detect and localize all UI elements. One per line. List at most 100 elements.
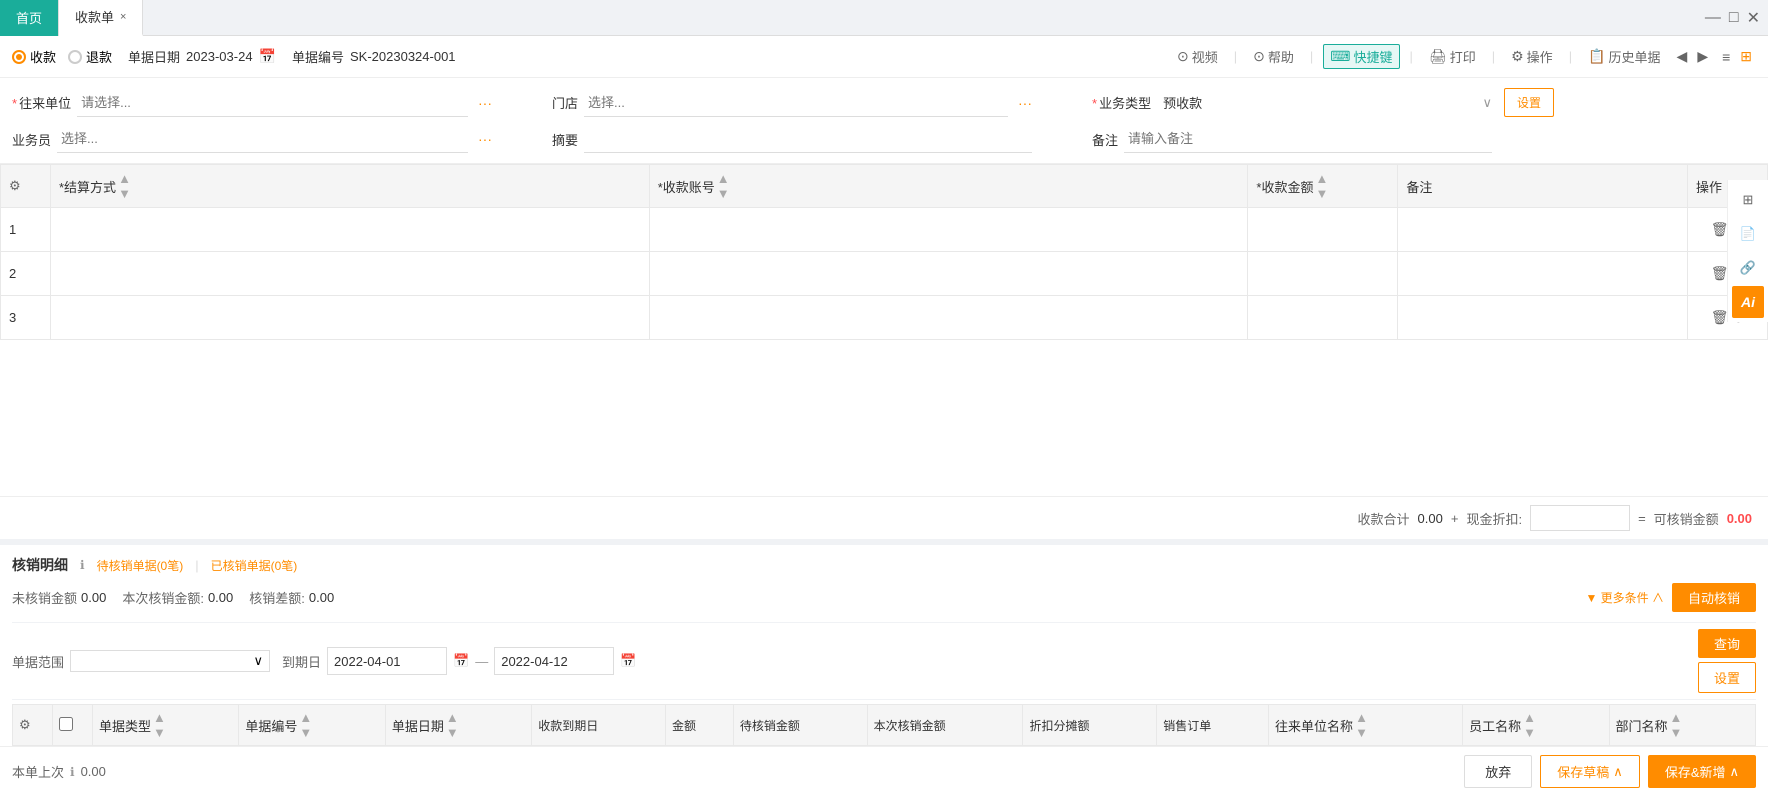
due-date-to[interactable] <box>494 647 614 675</box>
save-new-btn[interactable]: 保存&新增 ∧ <box>1648 755 1756 788</box>
single-no-label: 单据编号 <box>292 47 344 66</box>
stat-unchecked-label: 未核销金额 <box>12 588 77 607</box>
verify-col-settings-icon[interactable]: ⚙ <box>19 717 31 732</box>
store-field: 门店 ··· <box>552 89 1032 117</box>
help-label: 帮助 <box>1268 47 1294 66</box>
range-select[interactable]: ∨ <box>70 650 270 672</box>
view-grid-btn[interactable]: ⊞ <box>1736 46 1756 67</box>
vth-due: 收款到期日 <box>532 705 666 746</box>
sidebar-table-icon[interactable]: ⊞ <box>1732 184 1764 216</box>
from-unit-input[interactable] <box>77 89 468 117</box>
th-account: *收款账号 ▲▼ <box>649 165 1248 208</box>
video-btn[interactable]: ⊙ 视频 <box>1171 45 1224 68</box>
vth-date: 单据日期 ▲▼ <box>385 705 531 746</box>
verify-tab-pending[interactable]: 待核销单据(0笔) <box>97 557 184 574</box>
settings-btn[interactable]: 设置 <box>1504 88 1554 117</box>
history-btn[interactable]: 📋 历史单据 <box>1582 45 1666 68</box>
from-unit-more-btn[interactable]: ··· <box>478 95 492 111</box>
row-3-notes[interactable] <box>1398 296 1688 340</box>
table-row: 1 🗑 ⊕ <box>1 208 1768 252</box>
verify-stats: 未核销金额 0.00 本次核销金额: 0.00 核销差额: 0.00 ▼ 更多条… <box>12 583 1756 612</box>
verify-tab-done[interactable]: 已核销单据(0笔) <box>211 557 298 574</box>
filter-action-group: 查询 设置 <box>1698 629 1756 693</box>
vth-employee: 员工名称 ▲▼ <box>1463 705 1609 746</box>
row-1-delete-icon[interactable]: 🗑 <box>1711 221 1729 238</box>
video-icon: ⊙ <box>1177 48 1189 65</box>
verify-header: 核销明细 ℹ 待核销单据(0笔) | 已核销单据(0笔) <box>12 555 1756 575</box>
column-settings-icon[interactable]: ⚙ <box>9 178 21 193</box>
search-btn[interactable]: 查询 <box>1698 629 1756 658</box>
row-1-payment[interactable] <box>51 208 650 252</box>
shortcut-label: 快捷键 <box>1354 47 1393 66</box>
operate-btn[interactable]: ⚙ 操作 <box>1505 45 1559 68</box>
row-2-no: 2 <box>1 252 51 296</box>
sidebar-doc-icon[interactable]: 📄 <box>1732 218 1764 250</box>
nav-prev-btn[interactable]: ◀ <box>1677 48 1688 65</box>
row-3-amount[interactable] <box>1248 296 1398 340</box>
row-2-delete-icon[interactable]: 🗑 <box>1711 265 1729 282</box>
nav-next-btn[interactable]: ▶ <box>1697 48 1708 65</box>
sidebar-ai-icon[interactable]: Ai <box>1732 286 1764 318</box>
sidebar-link-icon[interactable]: 🔗 <box>1732 252 1764 284</box>
close-btn[interactable]: ✕ <box>1747 8 1760 28</box>
row-3-delete-icon[interactable]: 🗑 <box>1711 309 1729 326</box>
tab-close-icon[interactable]: × <box>120 11 126 23</box>
verify-info-icon[interactable]: ℹ <box>80 558 85 572</box>
verify-settings-btn[interactable]: 设置 <box>1698 662 1756 693</box>
result-label: 可核销金额 <box>1654 509 1719 528</box>
row-2-notes[interactable] <box>1398 252 1688 296</box>
more-filter-btn[interactable]: ▼ 更多条件 ∧ <box>1585 589 1664 606</box>
row-3-no: 3 <box>1 296 51 340</box>
calendar-icon[interactable]: 📅 <box>259 48 276 65</box>
row-1-notes[interactable] <box>1398 208 1688 252</box>
cal-from-icon[interactable]: 📅 <box>453 653 469 669</box>
business-type-arrow[interactable]: ∨ <box>1482 95 1492 111</box>
help-btn[interactable]: ⊙ 帮助 <box>1247 45 1300 68</box>
salesperson-more-btn[interactable]: ··· <box>478 131 492 147</box>
verify-tab-sep: | <box>195 558 198 573</box>
row-2-amount[interactable] <box>1248 252 1398 296</box>
summary-input[interactable] <box>584 125 1032 153</box>
stat-diff: 核销差额: 0.00 <box>249 588 334 607</box>
print-btn[interactable]: 🖨 打印 <box>1423 45 1482 68</box>
vth-type: 单据类型 ▲▼ <box>93 705 239 746</box>
shortcut-btn[interactable]: ⌨ 快捷键 <box>1323 44 1399 69</box>
view-list-btn[interactable]: ≡ <box>1718 47 1734 67</box>
auto-verify-btn[interactable]: 自动核销 <box>1672 583 1756 612</box>
last-info-icon[interactable]: ℹ <box>70 765 75 779</box>
due-date-from[interactable] <box>327 647 447 675</box>
tab-receipt-label: 收款单 <box>75 7 114 26</box>
notes-input[interactable] <box>1124 125 1492 153</box>
radio-refund[interactable]: 退款 <box>68 47 112 66</box>
tab-home[interactable]: 首页 <box>0 0 59 36</box>
from-unit-label: 往来单位 <box>12 93 71 112</box>
save-draft-btn[interactable]: 保存草稿 ∧ <box>1540 755 1640 788</box>
row-1-account[interactable] <box>649 208 1248 252</box>
row-2-payment[interactable] <box>51 252 650 296</box>
total-label: 收款合计 <box>1358 509 1410 528</box>
tab-receipt[interactable]: 收款单 × <box>59 0 143 36</box>
store-input[interactable] <box>584 89 1008 117</box>
salesperson-input[interactable] <box>57 125 468 153</box>
range-select-arrow: ∨ <box>254 653 264 669</box>
discount-input[interactable] <box>1530 505 1630 531</box>
select-all-checkbox[interactable] <box>59 717 73 731</box>
footer-right: 放弃 保存草稿 ∧ 保存&新增 ∧ <box>1464 755 1756 788</box>
stat-current-label: 本次核销金额: <box>122 588 204 607</box>
radio-receipt[interactable]: 收款 <box>12 47 56 66</box>
store-more-btn[interactable]: ··· <box>1018 95 1032 111</box>
row-2-account[interactable] <box>649 252 1248 296</box>
vth-sales-order: 销售订单 <box>1157 705 1269 746</box>
verify-title: 核销明细 <box>12 555 68 575</box>
maximize-btn[interactable]: □ <box>1729 9 1739 27</box>
single-no-value: SK-20230324-001 <box>350 49 456 64</box>
row-1-amount[interactable] <box>1248 208 1398 252</box>
stat-diff-label: 核销差额: <box>249 588 305 607</box>
th-payment-method: *结算方式 ▲▼ <box>51 165 650 208</box>
print-label: 打印 <box>1450 47 1476 66</box>
minimize-btn[interactable]: — <box>1705 9 1721 27</box>
row-3-account[interactable] <box>649 296 1248 340</box>
cal-to-icon[interactable]: 📅 <box>620 653 636 669</box>
abandon-btn[interactable]: 放弃 <box>1464 755 1532 788</box>
row-3-payment[interactable] <box>51 296 650 340</box>
